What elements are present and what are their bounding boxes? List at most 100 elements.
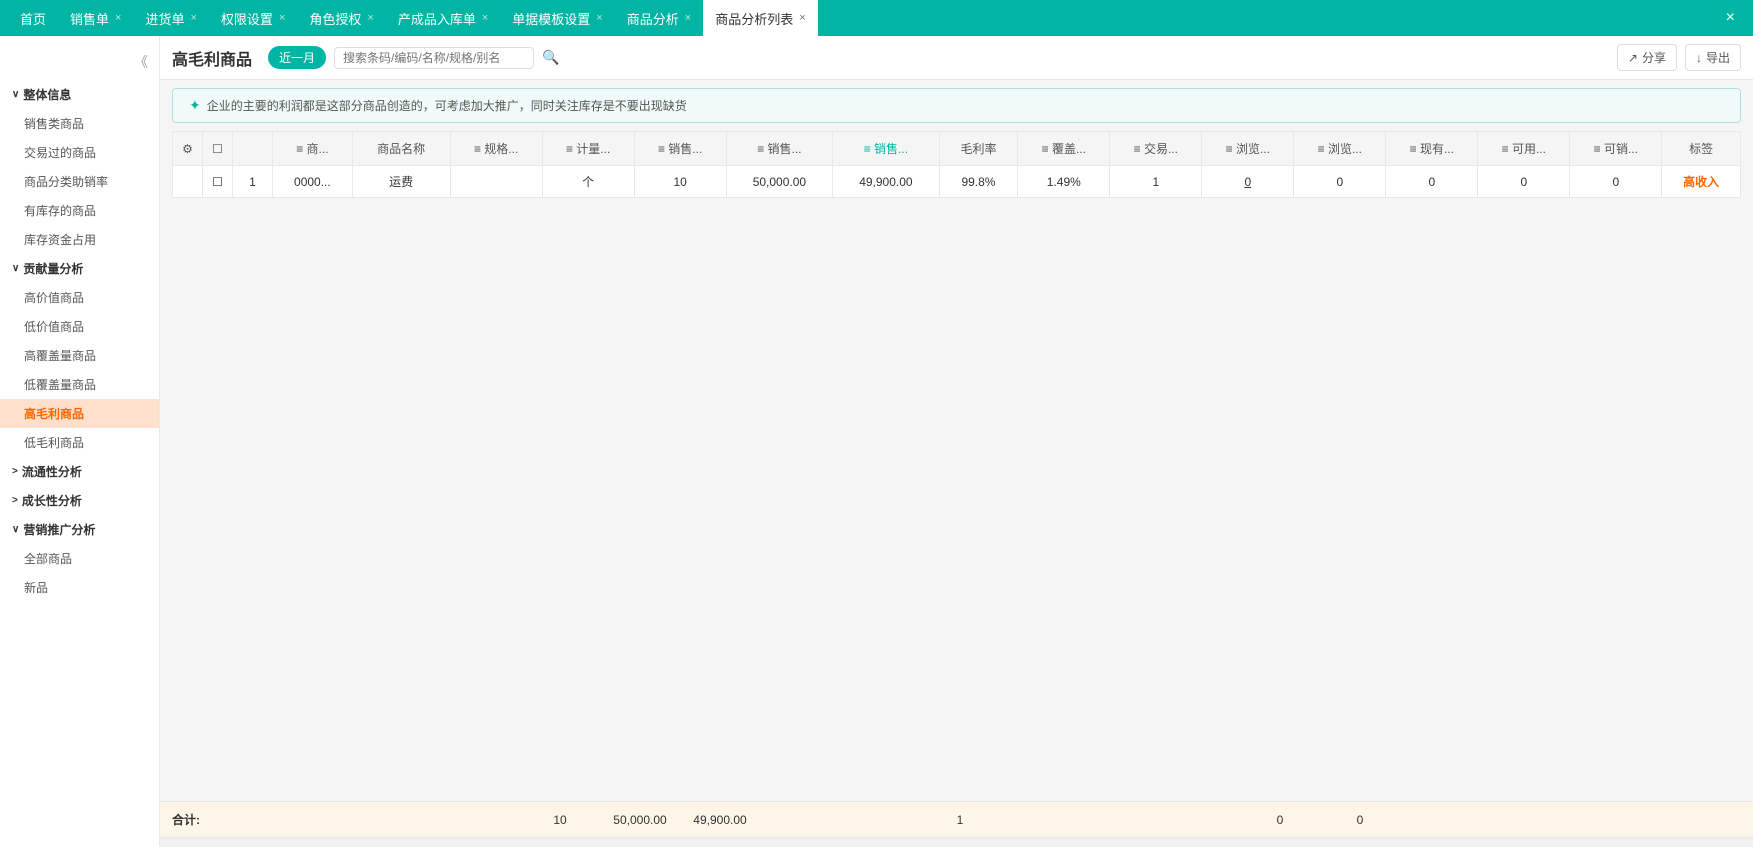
sidebar-item-all-goods[interactable]: 全部商品 — [0, 544, 159, 573]
sidebar-group-liquidity-title[interactable]: > 流通性分析 — [0, 457, 159, 486]
col-header-sales-profit[interactable]: ≡ 销售... — [833, 132, 940, 166]
nav-product-analysis[interactable]: 商品分析 × — [615, 0, 703, 36]
close-purchase-order[interactable]: × — [190, 12, 196, 24]
col-header-available[interactable]: ≡ 可用... — [1478, 132, 1570, 166]
close-role-auth[interactable]: × — [367, 12, 373, 24]
page-title: 高毛利商品 — [172, 46, 252, 70]
sidebar-item-low-margin[interactable]: 低毛利商品 — [0, 428, 159, 457]
close-product-analysis[interactable]: × — [685, 12, 691, 24]
sidebar-item-low-value[interactable]: 低价值商品 — [0, 312, 159, 341]
col-header-sales-amount[interactable]: ≡ 销售... — [726, 132, 833, 166]
sidebar-item-high-coverage[interactable]: 高覆盖量商品 — [0, 341, 159, 370]
product-table: ⚙ ☐ ≡ 商... 商品名称 ≡ 规格... ≡ 计量... ≡ 销售... … — [172, 131, 1741, 198]
sidebar-group-growth: > 成长性分析 — [0, 486, 159, 515]
sidebar-item-high-margin[interactable]: 高毛利商品 — [0, 399, 159, 428]
chevron-down-icon: ∨ — [12, 524, 19, 535]
sidebar-item-category-assist[interactable]: 商品分类助销率 — [0, 167, 159, 196]
sidebar-collapse-button[interactable]: 《 — [131, 48, 151, 76]
sidebar-item-inventory-funds[interactable]: 库存资金占用 — [0, 225, 159, 254]
col-header-code[interactable]: ≡ 商... — [273, 132, 353, 166]
content-header: 高毛利商品 近一月 🔍 ↗ 分享 ↓ 导出 — [160, 36, 1753, 80]
footer-summary: 合计: 10 50,000.00 49,900.00 1 0 0 — [160, 801, 1753, 837]
sidebar-item-low-coverage[interactable]: 低覆盖量商品 — [0, 370, 159, 399]
nav-product-analysis-list[interactable]: 商品分析列表 × — [703, 0, 817, 36]
nav-role-auth[interactable]: 角色授权 × — [297, 0, 385, 36]
cell-settings — [173, 166, 203, 198]
export-button[interactable]: ↓ 导出 — [1685, 44, 1741, 71]
cell-transaction: 1 — [1110, 166, 1202, 198]
search-input[interactable] — [334, 47, 534, 69]
col-header-current-stock[interactable]: ≡ 现有... — [1386, 132, 1478, 166]
sidebar-item-new-goods[interactable]: 新品 — [0, 573, 159, 602]
col-header-transaction[interactable]: ≡ 交易... — [1110, 132, 1202, 166]
col-header-spec[interactable]: ≡ 规格... — [450, 132, 542, 166]
table-header-row: ⚙ ☐ ≡ 商... 商品名称 ≡ 规格... ≡ 计量... ≡ 销售... … — [173, 132, 1741, 166]
sidebar-group-growth-title[interactable]: > 成长性分析 — [0, 486, 159, 515]
chevron-right-icon: > — [12, 495, 18, 506]
cell-sales-qty: 10 — [634, 166, 726, 198]
cell-gross-margin: 99.8% — [939, 166, 1018, 198]
sidebar-group-contribution: ∨ 贡献量分析 高价值商品 低价值商品 高覆盖量商品 低覆盖量商品 高毛利商品 … — [0, 254, 159, 457]
col-header-check[interactable]: ☐ — [203, 132, 233, 166]
sidebar-item-sales-goods[interactable]: 销售类商品 — [0, 109, 159, 138]
col-header-unit[interactable]: ≡ 计量... — [542, 132, 634, 166]
share-icon: ↗ — [1628, 51, 1638, 65]
sidebar-group-marketing: ∨ 营销推广分析 全部商品 新品 — [0, 515, 159, 602]
sidebar-item-high-value[interactable]: 高价值商品 — [0, 283, 159, 312]
summary-sales-qty: 10 — [520, 813, 600, 827]
cell-code: 0000... — [273, 166, 353, 198]
cell-coverage: 1.49% — [1018, 166, 1110, 198]
sidebar-item-traded-goods[interactable]: 交易过的商品 — [0, 138, 159, 167]
summary-label: 合计: — [172, 811, 200, 828]
close-template-settings[interactable]: × — [596, 12, 602, 24]
table-row: ☐ 1 0000... 运费 个 10 50,000.00 49,900.00 … — [173, 166, 1741, 198]
cell-sales-profit: 49,900.00 — [833, 166, 940, 198]
export-icon: ↓ — [1696, 51, 1702, 65]
horizontal-scrollbar[interactable] — [160, 837, 1753, 847]
close-sales-order[interactable]: × — [115, 12, 121, 24]
app-close-button[interactable]: × — [1716, 9, 1745, 27]
cell-spec — [450, 166, 542, 198]
col-header-settings[interactable]: ⚙ — [173, 132, 203, 166]
info-banner: ✦ 企业的主要的利润都是这部分商品创造的，可考虑加大推广，同时关注库存是不要出现… — [172, 88, 1741, 123]
col-header-coverage[interactable]: ≡ 覆盖... — [1018, 132, 1110, 166]
col-header-gross-margin[interactable]: 毛利率 — [939, 132, 1018, 166]
cell-check[interactable]: ☐ — [203, 166, 233, 198]
col-header-browse2[interactable]: ≡ 浏览... — [1294, 132, 1386, 166]
sidebar-group-contribution-title[interactable]: ∨ 贡献量分析 — [0, 254, 159, 283]
sidebar: 《 ∨ 整体信息 销售类商品 交易过的商品 商品分类助销率 有库存的商品 库存资… — [0, 36, 160, 847]
cell-unit: 个 — [542, 166, 634, 198]
close-permission-settings[interactable]: × — [279, 12, 285, 24]
search-button[interactable]: 🔍 — [542, 49, 559, 66]
share-button[interactable]: ↗ 分享 — [1617, 44, 1677, 71]
cell-browse1[interactable]: 0 — [1202, 166, 1294, 198]
period-recent-month-button[interactable]: 近一月 — [268, 46, 326, 69]
main-layout: 《 ∨ 整体信息 销售类商品 交易过的商品 商品分类助销率 有库存的商品 库存资… — [0, 36, 1753, 847]
nav-template-settings[interactable]: 单据模板设置 × — [500, 0, 614, 36]
top-navigation: 首页 销售单 × 进货单 × 权限设置 × 角色授权 × 产成品入库单 × 单据… — [0, 0, 1753, 36]
nav-finished-product[interactable]: 产成品入库单 × — [386, 0, 500, 36]
close-finished-product[interactable]: × — [482, 12, 488, 24]
nav-home[interactable]: 首页 — [8, 0, 58, 36]
table-wrapper[interactable]: ⚙ ☐ ≡ 商... 商品名称 ≡ 规格... ≡ 计量... ≡ 销售... … — [160, 131, 1753, 801]
sidebar-item-stocked-goods[interactable]: 有库存的商品 — [0, 196, 159, 225]
cell-browse2: 0 — [1294, 166, 1386, 198]
chevron-down-icon: ∨ — [12, 263, 19, 274]
col-header-browse1[interactable]: ≡ 浏览... — [1202, 132, 1294, 166]
summary-values: 10 50,000.00 49,900.00 1 0 0 — [240, 813, 1741, 827]
summary-saleable: 0 — [1320, 813, 1400, 827]
nav-permission-settings[interactable]: 权限设置 × — [209, 0, 297, 36]
col-header-name[interactable]: 商品名称 — [352, 132, 450, 166]
nav-sales-order[interactable]: 销售单 × — [58, 0, 133, 36]
sidebar-group-marketing-title[interactable]: ∨ 营销推广分析 — [0, 515, 159, 544]
close-product-analysis-list[interactable]: × — [799, 12, 805, 24]
sidebar-group-overall-title[interactable]: ∨ 整体信息 — [0, 80, 159, 109]
sidebar-group-liquidity: > 流通性分析 — [0, 457, 159, 486]
col-header-tag[interactable]: 标签 — [1662, 132, 1741, 166]
nav-purchase-order[interactable]: 进货单 × — [133, 0, 208, 36]
col-header-saleable[interactable]: ≡ 可销... — [1570, 132, 1662, 166]
info-icon: ✦ — [189, 97, 201, 114]
summary-available: 0 — [1240, 813, 1320, 827]
chevron-right-icon: > — [12, 466, 18, 477]
col-header-sales-qty[interactable]: ≡ 销售... — [634, 132, 726, 166]
